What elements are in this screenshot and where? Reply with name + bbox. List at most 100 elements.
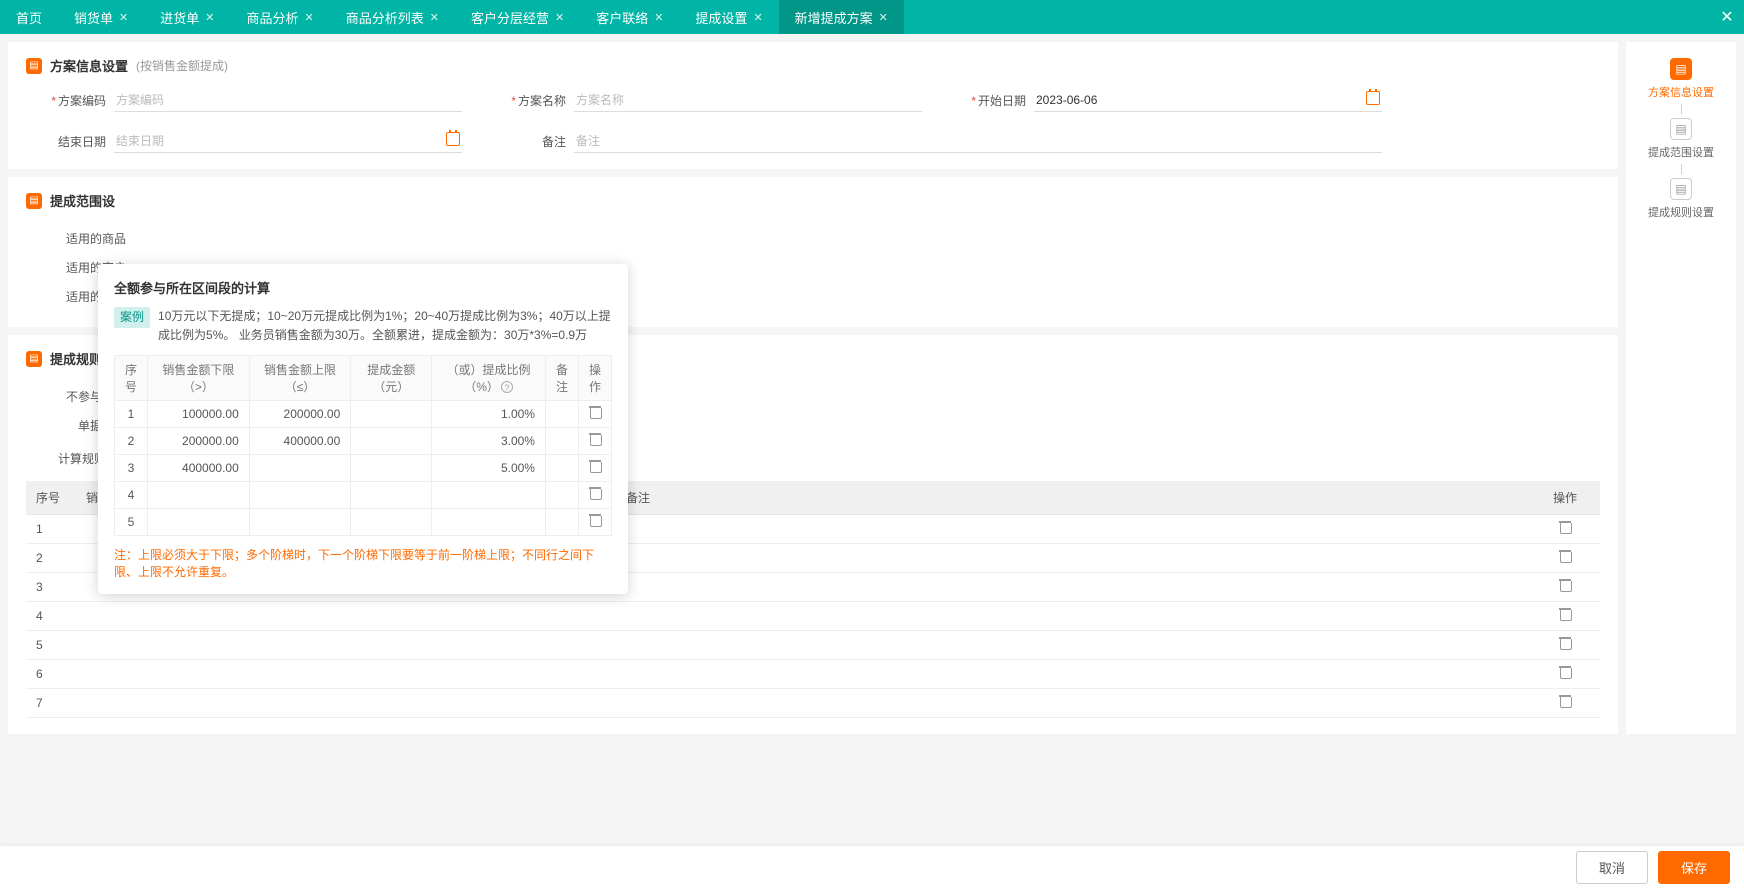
tab-label: 商品分析列表: [346, 8, 424, 27]
table-row[interactable]: 4: [26, 602, 1600, 631]
table-row: 5: [115, 509, 612, 536]
example-text: 10万元以下无提成；10~20万元提成比例为1%；20~40万提成比例为3%；4…: [158, 307, 612, 345]
delete-icon[interactable]: [1559, 666, 1571, 679]
tooltip-table: 序号 销售金额下限（>） 销售金额上限（≤） 提成金额（元） （或）提成比例（%…: [114, 355, 612, 536]
close-icon[interactable]: ✕: [119, 11, 128, 24]
col-seq: 序号: [115, 356, 148, 401]
tab-label: 新增提成方案: [795, 8, 873, 27]
section-icon: ▤: [26, 58, 42, 74]
delete-icon[interactable]: [1559, 637, 1571, 650]
save-button[interactable]: 保存: [1658, 851, 1730, 884]
help-icon[interactable]: ?: [501, 381, 513, 393]
table-row: 2200000.00400000.003.00%: [115, 428, 612, 455]
anchor-icon: ▤: [1670, 58, 1692, 80]
close-icon[interactable]: ✕: [753, 11, 762, 24]
start-date-input[interactable]: [1034, 89, 1382, 112]
close-icon[interactable]: ✕: [205, 11, 214, 24]
panel-plan-info: ▤ 方案信息设置 (按销售金额提成) *方案编码 *方案名称 *开始日期: [8, 42, 1618, 169]
tab-label: 商品分析: [246, 8, 298, 27]
remark-input[interactable]: [574, 130, 1382, 153]
tabs-bar: 首页 销货单 ✕ 进货单 ✕ 商品分析 ✕ 商品分析列表 ✕ 客户分层经营 ✕ 客户联络 ✕…: [0, 0, 1744, 34]
close-icon[interactable]: ✕: [879, 11, 888, 24]
panel-title: 方案信息设置: [50, 56, 128, 75]
delete-icon[interactable]: [1559, 579, 1571, 592]
delete-icon[interactable]: [1559, 521, 1571, 534]
tab-label: 提成设置: [695, 8, 747, 27]
calendar-icon[interactable]: [446, 132, 460, 146]
col-seq: 序号: [26, 481, 76, 515]
delete-icon[interactable]: [589, 487, 601, 500]
delete-icon[interactable]: [589, 433, 601, 446]
plan-name-input[interactable]: [574, 89, 922, 112]
end-date-input[interactable]: [114, 130, 462, 153]
label-end-date: 结束日期: [42, 133, 106, 150]
close-icon[interactable]: ✕: [555, 11, 564, 24]
delete-icon[interactable]: [589, 460, 601, 473]
tab-customer-tier[interactable]: 客户分层经营 ✕: [455, 0, 580, 34]
delete-icon[interactable]: [1559, 550, 1571, 563]
tab-label: 客户联络: [596, 8, 648, 27]
anchor-nav: ▤ 方案信息设置 ▤ 提成范围设置 ▤ 提成规则设置: [1626, 42, 1736, 734]
tab-label: 客户分层经营: [471, 8, 549, 27]
delete-icon[interactable]: [589, 406, 601, 419]
close-icon[interactable]: ✕: [654, 11, 663, 24]
anchor-label: 提成范围设置: [1648, 144, 1714, 160]
panel-subtitle: (按销售金额提成): [136, 57, 228, 74]
tooltip-title: 全额参与所在区间段的计算: [114, 278, 612, 297]
delete-icon[interactable]: [1559, 608, 1571, 621]
col-ratio: （或）提成比例（%）?: [432, 356, 546, 401]
example-tag: 案例: [114, 307, 150, 328]
close-all-tabs-button[interactable]: ✕: [1710, 0, 1744, 34]
tab-sales[interactable]: 销货单 ✕: [58, 0, 144, 34]
col-remark: 备注: [616, 481, 1530, 515]
col-op: 操作: [1530, 481, 1600, 515]
calendar-icon[interactable]: [1366, 91, 1380, 105]
cancel-button[interactable]: 取消: [1576, 851, 1648, 884]
anchor-plan-info[interactable]: ▤ 方案信息设置: [1648, 58, 1714, 100]
label-calc-rule: 计算规则: [42, 450, 106, 467]
anchor-icon: ▤: [1670, 178, 1692, 200]
anchor-label: 方案信息设置: [1648, 84, 1714, 100]
col-lower: 销售金额下限（>）: [147, 356, 249, 401]
label-plan-name: *方案名称: [502, 92, 566, 109]
anchor-scope[interactable]: ▤ 提成范围设置: [1648, 118, 1714, 160]
col-upper: 销售金额上限（≤）: [249, 356, 351, 401]
plan-code-input[interactable]: [114, 89, 462, 112]
col-remark: 备注: [545, 356, 578, 401]
col-op: 操作: [578, 356, 611, 401]
table-row: 1100000.00200000.001.00%: [115, 401, 612, 428]
label-remark: 备注: [502, 133, 566, 150]
close-icon[interactable]: ✕: [305, 11, 314, 24]
tab-home[interactable]: 首页: [0, 0, 58, 34]
close-icon[interactable]: ✕: [430, 11, 439, 24]
tooltip-interval-full: 全额参与所在区间段的计算 案例 10万元以下无提成；10~20万元提成比例为1%…: [98, 264, 628, 594]
delete-icon[interactable]: [589, 514, 601, 527]
anchor-rules[interactable]: ▤ 提成规则设置: [1648, 178, 1714, 220]
tab-product-analysis[interactable]: 商品分析 ✕: [230, 0, 329, 34]
footer-bar: 取消 保存: [0, 846, 1744, 888]
table-row[interactable]: 5: [26, 631, 1600, 660]
tab-commission-settings[interactable]: 提成设置 ✕: [679, 0, 778, 34]
tab-customer-contact[interactable]: 客户联络 ✕: [580, 0, 679, 34]
label-start-date: *开始日期: [962, 92, 1026, 109]
table-row: 3400000.005.00%: [115, 455, 612, 482]
connector: [1681, 104, 1682, 114]
tab-label: 首页: [16, 8, 42, 27]
tab-product-analysis-list[interactable]: 商品分析列表 ✕: [330, 0, 455, 34]
delete-icon[interactable]: [1559, 695, 1571, 708]
panel-title: 提成范围设: [50, 191, 115, 210]
table-row[interactable]: 6: [26, 660, 1600, 689]
section-icon: ▤: [26, 351, 42, 367]
anchor-icon: ▤: [1670, 118, 1692, 140]
tab-purchase[interactable]: 进货单 ✕: [144, 0, 230, 34]
section-icon: ▤: [26, 193, 42, 209]
connector: [1681, 164, 1682, 174]
tab-label: 销货单: [74, 8, 113, 27]
col-amount: 提成金额（元）: [351, 356, 432, 401]
label-plan-code: *方案编码: [42, 92, 106, 109]
table-row[interactable]: 7: [26, 689, 1600, 718]
tab-new-commission-plan[interactable]: 新增提成方案 ✕: [779, 0, 904, 34]
tab-label: 进货单: [160, 8, 199, 27]
tooltip-note: 注：上限必须大于下限；多个阶梯时，下一个阶梯下限要等于前一阶梯上限；不同行之间下…: [114, 546, 612, 580]
table-row: 4: [115, 482, 612, 509]
